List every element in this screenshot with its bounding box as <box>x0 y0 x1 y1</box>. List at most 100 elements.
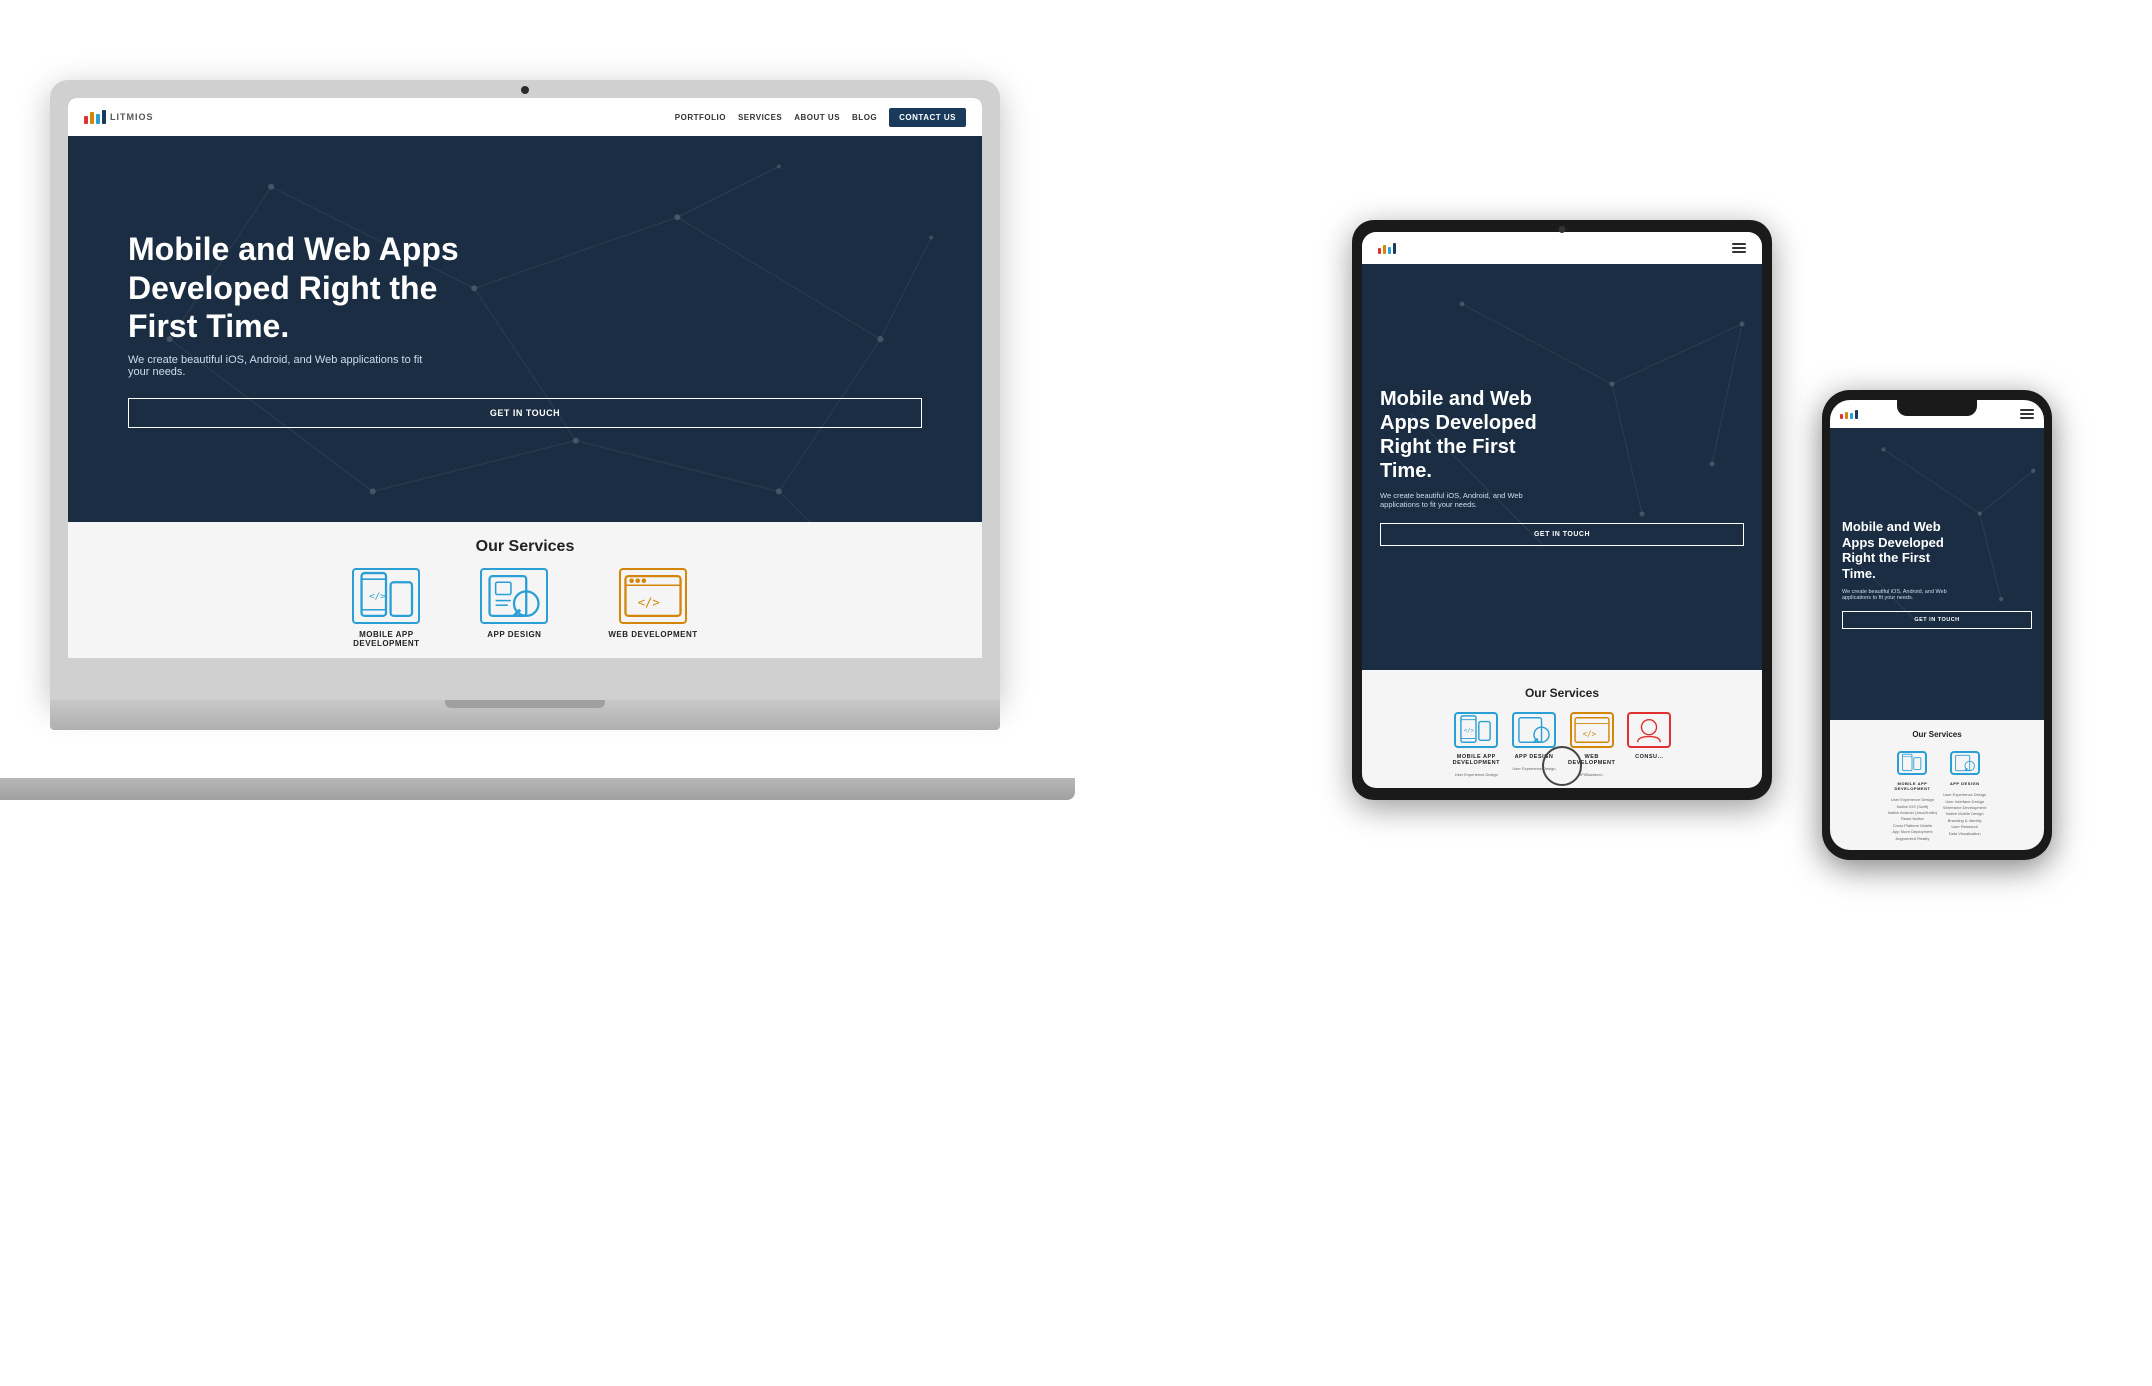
laptop-screen: LITMIOS PORTFOLIO SERVICES ABOUT US BLOG… <box>68 98 982 658</box>
phone-design-subs: User Experience Design User Interface De… <box>1943 792 1986 837</box>
svg-text:</>: </> <box>1464 727 1475 733</box>
phone-mobile-icon <box>1897 751 1927 775</box>
tablet-hero-subtitle: We create beautiful iOS, Android, and We… <box>1380 491 1530 509</box>
phone-hero-cta[interactable]: GET IN TOUCH <box>1842 611 2032 629</box>
logo-bar-4 <box>102 110 106 124</box>
phone: Mobile and Web Apps Developed Right the … <box>1822 390 2052 860</box>
tablet-home-button[interactable] <box>1542 746 1582 786</box>
phone-services-grid: MOBILE APPDEVELOPMENT User Experience De… <box>1888 751 1987 842</box>
tablet-consult-icon <box>1627 712 1671 748</box>
tablet-design-icon <box>1512 712 1556 748</box>
phone-design-icon <box>1950 751 1980 775</box>
hamburger-line-1 <box>1732 243 1746 245</box>
phone-service-mobile: MOBILE APPDEVELOPMENT User Experience De… <box>1888 751 1937 842</box>
mobile-app-icon: </> <box>352 568 420 624</box>
t-logo-bar-2 <box>1383 245 1386 254</box>
nav-about[interactable]: ABOUT US <box>794 113 840 122</box>
laptop-services-grid: </> MOBILE APPDEVELOPMENT <box>352 568 697 648</box>
p-hamburger-line-1 <box>2020 409 2034 411</box>
p-logo-bar-1 <box>1840 414 1843 419</box>
mobile-app-label: MOBILE APPDEVELOPMENT <box>353 630 419 648</box>
nav-portfolio[interactable]: PORTFOLIO <box>675 113 726 122</box>
tablet-service-mobile: </> MOBILE APPDEVELOPMENT User Experienc… <box>1453 712 1500 778</box>
tablet-mobile-sub: User Experience Design <box>1455 772 1498 778</box>
service-item-web: </> WEB DEVELOPMENT <box>608 568 697 648</box>
tablet: Mobile and Web Apps Developed Right the … <box>1352 220 1772 800</box>
nav-blog[interactable]: BLOG <box>852 113 877 122</box>
t-logo-bar-4 <box>1393 243 1396 254</box>
t-logo-bar-3 <box>1388 247 1391 254</box>
p-logo-bar-3 <box>1850 413 1853 419</box>
service-item-mobile: </> MOBILE APPDEVELOPMENT <box>352 568 420 648</box>
tablet-services-heading: Our Services <box>1525 686 1599 700</box>
tablet-web-sub: API/Backend... <box>1578 772 1604 778</box>
svg-text:</>: </> <box>638 596 660 610</box>
phone-screen: Mobile and Web Apps Developed Right the … <box>1830 400 2044 850</box>
laptop-services: Our Services </> <box>68 522 982 658</box>
p-hamburger-line-2 <box>2020 413 2034 415</box>
laptop-camera <box>521 86 529 94</box>
phone-menu-button[interactable] <box>2020 409 2034 419</box>
tablet-camera <box>1559 226 1566 233</box>
tablet-service-consult: CONSU... <box>1627 712 1671 778</box>
phone-logo <box>1840 410 1858 419</box>
p-logo-bar-2 <box>1845 412 1848 419</box>
tablet-hero: Mobile and Web Apps Developed Right the … <box>1362 264 1762 670</box>
p-logo-bar-4 <box>1855 410 1858 419</box>
laptop-hero-subtitle: We create beautiful iOS, Android, and We… <box>128 354 428 378</box>
laptop-logo: LITMIOS <box>84 110 154 124</box>
tablet-website: Mobile and Web Apps Developed Right the … <box>1362 232 1762 788</box>
tablet-mobile-label: MOBILE APPDEVELOPMENT <box>1453 754 1500 766</box>
phone-service-design: APP DESIGN User Experience Design User I… <box>1943 751 1986 842</box>
laptop-hero-cta[interactable]: GET IN TOUCH <box>128 398 922 428</box>
tablet-mobile-icon: </> <box>1454 712 1498 748</box>
tablet-menu-button[interactable] <box>1732 243 1746 253</box>
tablet-hero-title: Mobile and Web Apps Developed Right the … <box>1380 387 1540 483</box>
laptop-hero-title: Mobile and Web Apps Developed Right the … <box>128 230 468 345</box>
logo-bar-2 <box>90 112 94 124</box>
service-item-design: APP DESIGN <box>480 568 548 648</box>
web-dev-label: WEB DEVELOPMENT <box>608 630 697 639</box>
p-hamburger-line-3 <box>2020 417 2034 419</box>
phone-services-heading: Our Services <box>1912 730 1961 739</box>
phone-website: Mobile and Web Apps Developed Right the … <box>1830 400 2044 850</box>
phone-mobile-label: MOBILE APPDEVELOPMENT <box>1894 781 1930 791</box>
laptop-hero: Mobile and Web Apps Developed Right the … <box>68 136 982 522</box>
svg-text:</>: </> <box>370 591 387 602</box>
laptop-base <box>50 700 1000 730</box>
logo-bar-3 <box>96 114 100 124</box>
app-design-icon <box>480 568 548 624</box>
tablet-web-icon: </> <box>1570 712 1614 748</box>
nav-services[interactable]: SERVICES <box>738 113 782 122</box>
logo-text: LITMIOS <box>110 112 154 122</box>
tablet-logo-bars <box>1378 243 1396 254</box>
phone-design-label: APP DESIGN <box>1950 781 1980 786</box>
svg-text:</>: </> <box>1582 729 1596 738</box>
hamburger-line-3 <box>1732 251 1746 253</box>
nav-contact-button[interactable]: CONTACT US <box>889 108 966 127</box>
tablet-hero-cta[interactable]: GET IN TOUCH <box>1380 523 1744 546</box>
laptop-outer: LITMIOS PORTFOLIO SERVICES ABOUT US BLOG… <box>50 80 1000 700</box>
hamburger-line-2 <box>1732 247 1746 249</box>
phone-services: Our Services MOBILE APPDEVELOPMENT <box>1830 720 2044 850</box>
phone-hero-title: Mobile and Web Apps Developed Right the … <box>1842 519 1962 581</box>
laptop-foot <box>0 778 1075 800</box>
scene: LITMIOS PORTFOLIO SERVICES ABOUT US BLOG… <box>0 0 2152 1386</box>
phone-hero-subtitle: We create beautiful iOS, Android, and We… <box>1842 589 1962 601</box>
logo-bars <box>84 110 106 124</box>
laptop-nav-links: PORTFOLIO SERVICES ABOUT US BLOG CONTACT… <box>675 108 966 127</box>
laptop-website: LITMIOS PORTFOLIO SERVICES ABOUT US BLOG… <box>68 98 982 658</box>
logo-bar-1 <box>84 116 88 124</box>
app-design-label: APP DESIGN <box>487 630 541 639</box>
phone-mobile-subs: User Experience Design Native iOS (Swift… <box>1888 797 1937 842</box>
web-dev-icon: </> <box>619 568 687 624</box>
tablet-screen: Mobile and Web Apps Developed Right the … <box>1362 232 1762 788</box>
laptop-nav: LITMIOS PORTFOLIO SERVICES ABOUT US BLOG… <box>68 98 982 136</box>
tablet-nav <box>1362 232 1762 264</box>
t-logo-bar-1 <box>1378 248 1381 254</box>
phone-notch <box>1897 400 1977 416</box>
laptop-services-heading: Our Services <box>476 538 575 556</box>
tablet-consult-label: CONSU... <box>1635 754 1663 760</box>
phone-logo-bars <box>1840 410 1858 419</box>
phone-hero: Mobile and Web Apps Developed Right the … <box>1830 428 2044 720</box>
